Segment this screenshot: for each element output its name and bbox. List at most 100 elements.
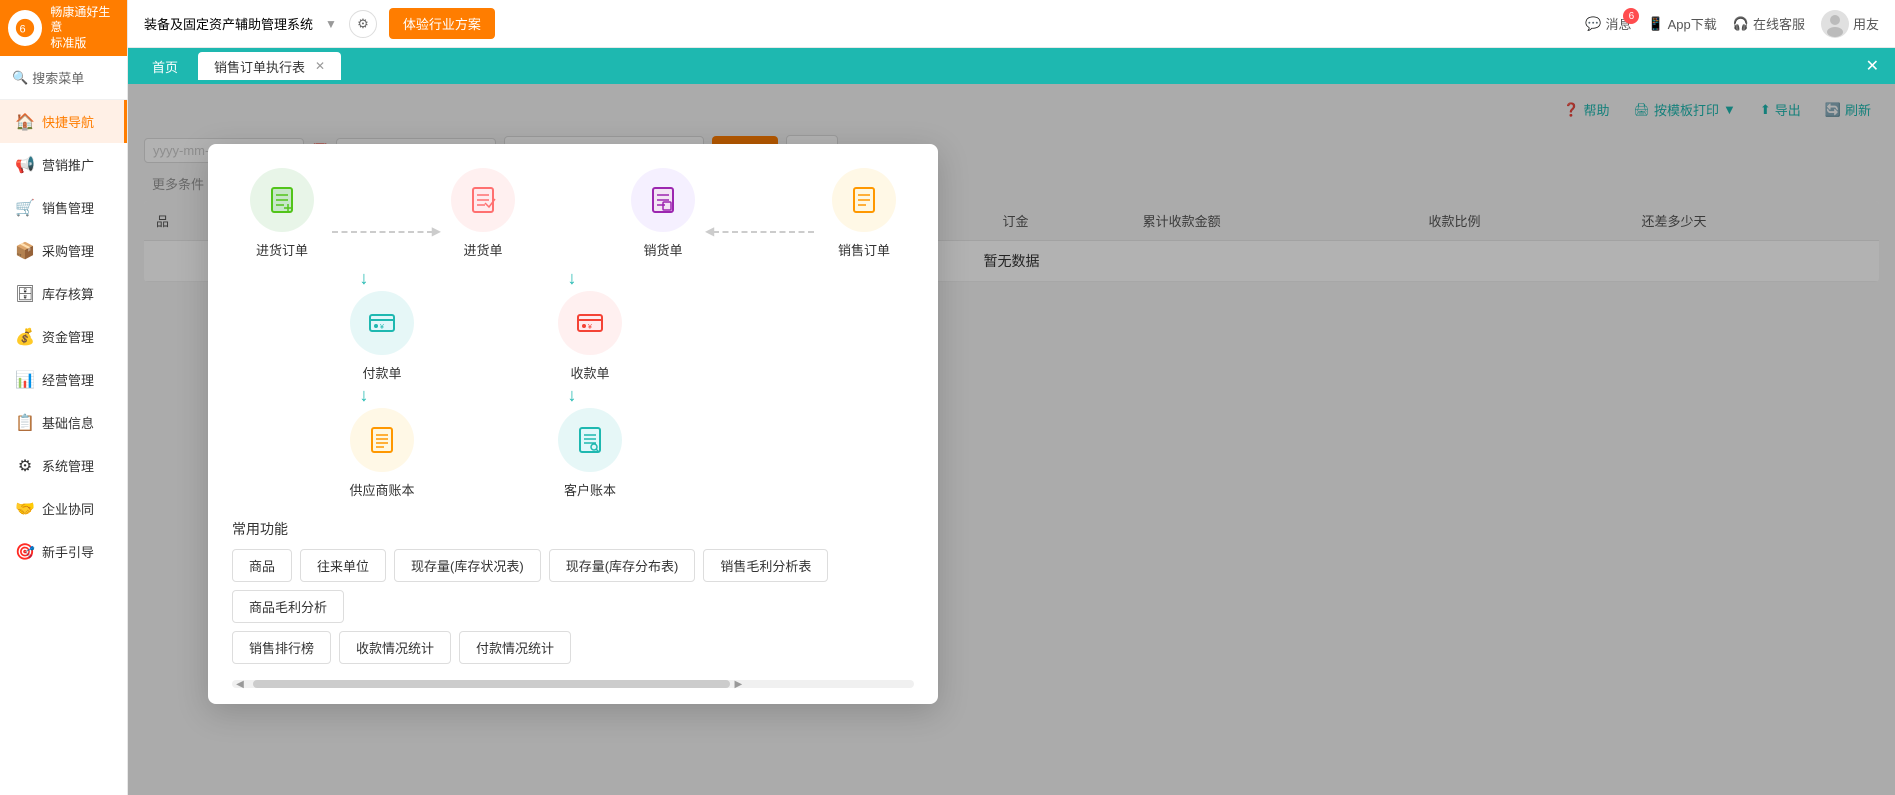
purchase-bill-icon [451, 168, 515, 232]
cooperation-icon: 🤝 [16, 500, 34, 518]
sidebar-item-basic-info[interactable]: 📋 基础信息 [0, 401, 127, 444]
sales-bill-icon [631, 168, 695, 232]
purchase-order-icon [250, 168, 314, 232]
sales-icon: 🛒 [16, 199, 34, 217]
common-buttons-row2: 销售排行榜 收款情况统计 付款情况统计 [232, 631, 914, 664]
flow-item-sales-bill[interactable]: 销货单 [613, 168, 713, 259]
trial-btn[interactable]: 体验行业方案 [389, 8, 495, 39]
user-menu-button[interactable]: 用友 [1821, 10, 1879, 38]
search-icon: 🔍 [12, 70, 28, 86]
flow-item-payment-bill[interactable]: ¥ 付款单 [332, 291, 432, 382]
svg-text:¥: ¥ [380, 324, 384, 331]
message-icon: 💬 [1585, 16, 1601, 32]
message-badge: 6 [1623, 8, 1639, 24]
common-functions-section: 常用功能 商品 往来单位 现存量(库存状况表) 现存量(库存分布表) 销售毛利分… [232, 519, 914, 664]
flow-item-sales-order[interactable]: 销售订单 [814, 168, 914, 259]
btn-product-margin[interactable]: 商品毛利分析 [232, 590, 344, 623]
sidebar-item-cooperation[interactable]: 🤝 企业协同 [0, 487, 127, 530]
btn-sales-margin[interactable]: 销售毛利分析表 [703, 549, 828, 582]
purchase-bill-label: 进货单 [463, 240, 502, 259]
flow-item-supplier-account[interactable]: 供应商账本 [332, 408, 432, 499]
sidebar-item-system[interactable]: ⚙ 系统管理 [0, 444, 127, 487]
message-button[interactable]: 💬 消息 6 [1585, 14, 1631, 33]
close-all-tabs-button[interactable]: ✕ [1858, 56, 1887, 76]
sidebar-item-marketing[interactable]: 📢 营销推广 [0, 143, 127, 186]
sidebar-item-quick-nav[interactable]: 🏠 快捷导航 [0, 100, 127, 143]
online-service-button[interactable]: 🎧 在线客服 [1733, 14, 1805, 33]
purchase-order-label: 进货订单 [256, 240, 308, 259]
arrow-po-to-pb: ▶ [332, 231, 433, 259]
down-arrow-pb: ↓ ¥ 付款单 ↓ [332, 267, 396, 499]
supplier-account-icon [350, 408, 414, 472]
main-area: 装备及固定资产辅助管理系统 ▼ ⚙ 体验行业方案 💬 消息 6 📱 App下载 … [128, 0, 1895, 795]
sales-order-icon [832, 168, 896, 232]
sidebar-item-finance[interactable]: 💰 资金管理 [0, 315, 127, 358]
search-menu-button[interactable]: 🔍 搜索菜单 [8, 64, 119, 91]
arrow-so-to-sb: ◀ [713, 231, 814, 259]
sidebar-search[interactable]: 🔍 搜索菜单 [0, 56, 127, 100]
tab-home[interactable]: 首页 [136, 52, 194, 80]
scroll-left-arrow[interactable]: ◀ [232, 676, 248, 692]
svg-text:¥: ¥ [588, 324, 592, 331]
system-icon: ⚙ [16, 457, 34, 475]
operation-icon: 📊 [16, 371, 34, 389]
purchase-icon: 📦 [16, 242, 34, 260]
guide-icon: 🎯 [16, 543, 34, 561]
scrollbar-thumb[interactable] [253, 680, 730, 688]
tab-close-button[interactable]: ✕ [315, 59, 325, 73]
btn-stock-dist[interactable]: 现存量(库存分布表) [549, 549, 696, 582]
quick-nav-modal: 进货订单 ▶ [208, 144, 938, 704]
btn-receipt-stats[interactable]: 收款情况统计 [339, 631, 451, 664]
sidebar-nav: 🏠 快捷导航 📢 营销推广 🛒 销售管理 📦 采购管理 🗄 库存核算 💰 [0, 100, 127, 795]
settings-gear-button[interactable]: ⚙ [349, 10, 377, 38]
receipt-bill-label: 收款单 [570, 363, 609, 382]
basic-info-icon: 📋 [16, 414, 34, 432]
sales-bill-label: 销货单 [643, 240, 682, 259]
btn-product[interactable]: 商品 [232, 549, 292, 582]
customer-account-label: 客户账本 [564, 480, 616, 499]
btn-sales-rank[interactable]: 销售排行榜 [232, 631, 331, 664]
flow-item-receipt-bill[interactable]: ¥ 收款单 [540, 291, 640, 382]
sidebar-item-sales[interactable]: 🛒 销售管理 [0, 186, 127, 229]
flow-section: 进货订单 ▶ [232, 168, 914, 499]
app-download-button[interactable]: 📱 App下载 [1647, 14, 1716, 33]
sidebar-item-guide[interactable]: 🎯 新手引导 [0, 530, 127, 573]
receipt-bill-icon: ¥ [558, 291, 622, 355]
common-buttons-row1: 商品 往来单位 现存量(库存状况表) 现存量(库存分布表) 销售毛利分析表 商品… [232, 549, 914, 623]
topbar: 装备及固定资产辅助管理系统 ▼ ⚙ 体验行业方案 💬 消息 6 📱 App下载 … [128, 0, 1895, 48]
flow-item-purchase-order[interactable]: 进货订单 [232, 168, 332, 259]
sidebar-item-purchase[interactable]: 📦 采购管理 [0, 229, 127, 272]
common-functions-title: 常用功能 [232, 519, 914, 539]
payment-bill-icon: ¥ [350, 291, 414, 355]
btn-payment-stats[interactable]: 付款情况统计 [459, 631, 571, 664]
inventory-icon: 🗄 [16, 285, 34, 303]
scroll-right-arrow[interactable]: ▶ [730, 676, 746, 692]
sidebar-item-operation[interactable]: 📊 经营管理 [0, 358, 127, 401]
sidebar: 6 畅康通好生意 标准版 🔍 搜索菜单 🏠 快捷导航 📢 营销推广 � [0, 0, 128, 795]
svg-text:6: 6 [20, 24, 26, 36]
logo-text: 畅康通好生意 标准版 [50, 5, 119, 52]
home-icon: 🏠 [16, 113, 34, 131]
user-avatar [1821, 10, 1849, 38]
tab-sales-order[interactable]: 销售订单执行表 ✕ [198, 52, 341, 80]
sales-order-label: 销售订单 [838, 240, 890, 259]
topbar-right: 💬 消息 6 📱 App下载 🎧 在线客服 用友 [1585, 10, 1879, 38]
service-icon: 🎧 [1733, 16, 1749, 32]
flow-item-purchase-bill[interactable]: 进货单 [433, 168, 533, 259]
customer-account-icon [558, 408, 622, 472]
marketing-icon: 📢 [16, 156, 34, 174]
system-title: 装备及固定资产辅助管理系统 [144, 14, 313, 33]
content-area: ❓ 帮助 🖨 按模板打印 ▼ ⬆ 导出 🔄 刷新 [128, 84, 1895, 795]
btn-stock-status[interactable]: 现存量(库存状况表) [394, 549, 541, 582]
download-icon: 📱 [1647, 16, 1663, 32]
tabbar: 首页 销售订单执行表 ✕ ✕ [128, 48, 1895, 84]
payment-bill-label: 付款单 [362, 363, 401, 382]
supplier-account-label: 供应商账本 [349, 480, 414, 499]
logo-icon: 6 [8, 10, 42, 46]
finance-icon: 💰 [16, 328, 34, 346]
sidebar-item-inventory[interactable]: 🗄 库存核算 [0, 272, 127, 315]
btn-partner[interactable]: 往来单位 [300, 549, 386, 582]
modal-scrollbar[interactable]: ◀ ▶ [232, 680, 914, 688]
flow-item-customer-account[interactable]: 客户账本 [540, 408, 640, 499]
topbar-dropdown[interactable]: ▼ [325, 17, 337, 31]
